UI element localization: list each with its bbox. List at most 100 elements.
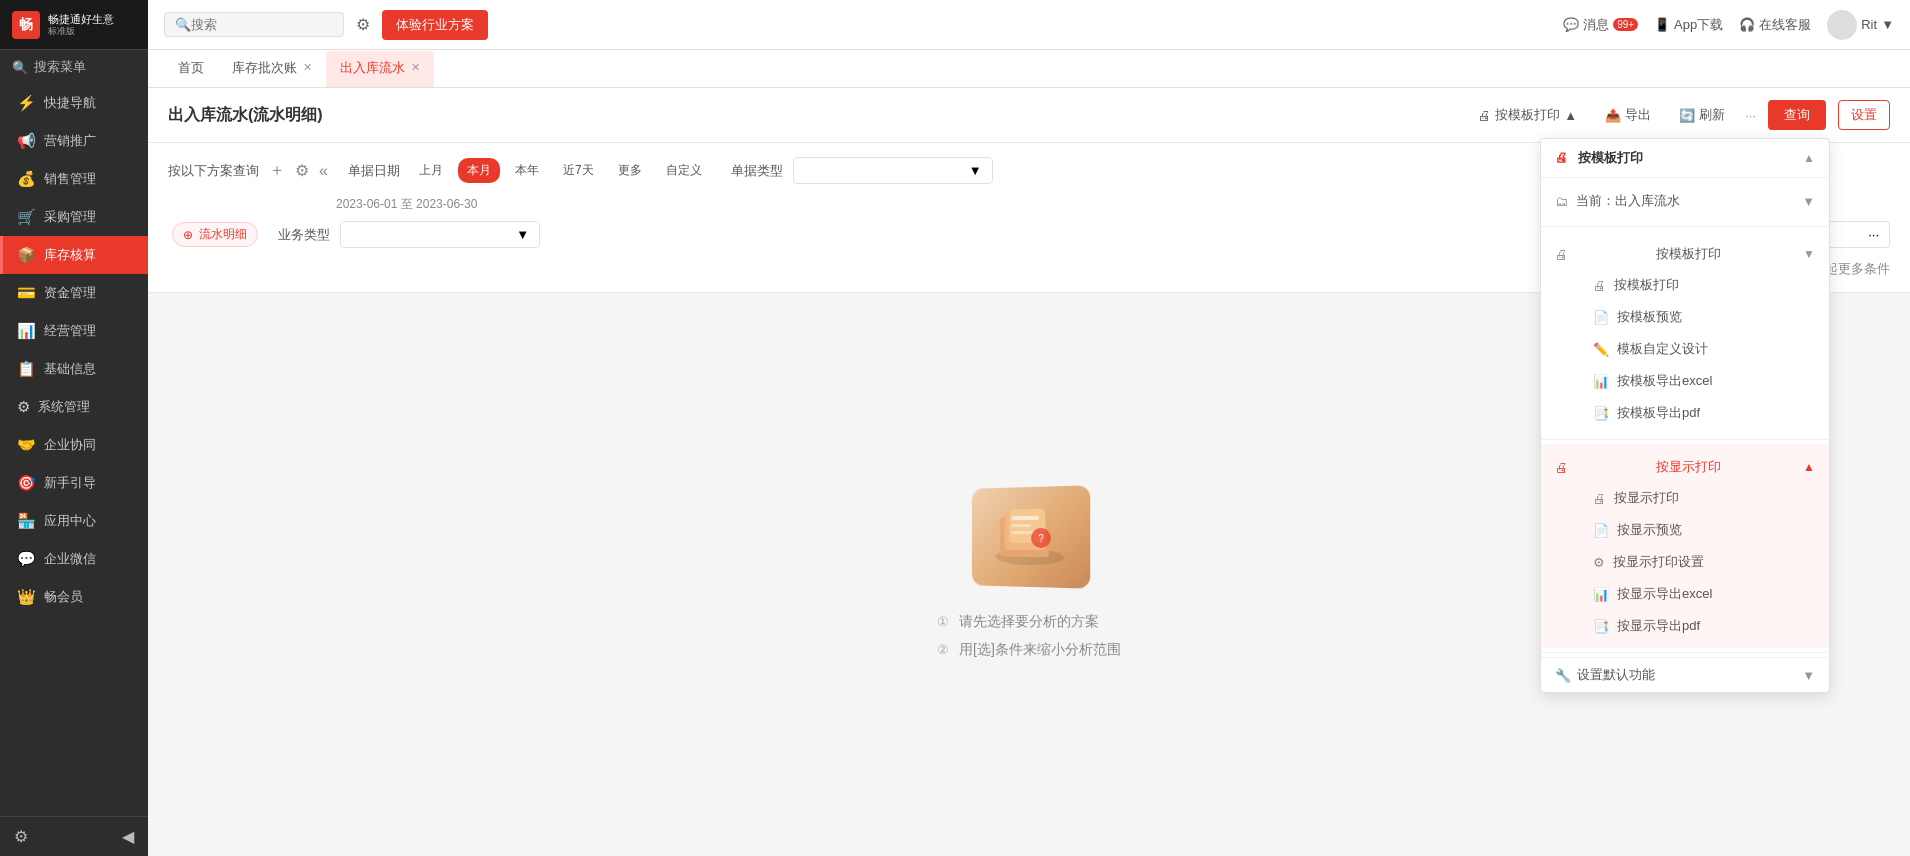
divider-1: [1541, 226, 1829, 227]
sidebar-item-purchase[interactable]: 🛒 采购管理: [0, 198, 148, 236]
sidebar-search[interactable]: 🔍 搜索菜单: [0, 50, 148, 84]
sidebar-item-inventory[interactable]: 📦 库存核算: [0, 236, 148, 274]
sidebar-item-marketing[interactable]: 📢 营销推广: [0, 122, 148, 160]
tp-preview-icon: 📄: [1593, 310, 1609, 325]
template-print-item[interactable]: 🖨 按模板打印: [1541, 269, 1829, 301]
logo-icon: 畅: [12, 11, 40, 39]
date-this-year[interactable]: 本年: [506, 158, 548, 183]
sidebar-item-finance[interactable]: 💳 资金管理: [0, 274, 148, 312]
query-button[interactable]: 查询: [1768, 100, 1826, 130]
refresh-button[interactable]: 🔄 刷新: [1671, 102, 1733, 128]
collab-icon: 🤝: [17, 436, 36, 454]
add-filter-button[interactable]: ＋: [269, 160, 285, 181]
export-button[interactable]: 📤 导出: [1597, 102, 1659, 128]
voucher-type-select[interactable]: ▼: [793, 157, 993, 184]
date-custom[interactable]: 自定义: [657, 158, 711, 183]
header-search-input[interactable]: [191, 17, 321, 32]
sidebar-item-sales[interactable]: 💰 销售管理: [0, 160, 148, 198]
online-service-button[interactable]: 🎧 在线客服: [1739, 16, 1811, 34]
warehouse-more-icon: ···: [1868, 227, 1879, 242]
template-print-section: 🖨 按模板打印 ▼ 🖨 按模板打印 📄 按模板预览: [1541, 231, 1829, 435]
display-pdf-item[interactable]: 📑 按显示导出pdf: [1541, 610, 1829, 642]
date-7days[interactable]: 近7天: [554, 158, 603, 183]
sidebar-item-vip[interactable]: 👑 畅会员: [0, 578, 148, 616]
app-icon: 📱: [1654, 17, 1670, 32]
tab-home[interactable]: 首页: [164, 51, 218, 87]
current-arrow-icon: ▼: [1802, 194, 1815, 209]
sidebar-item-guide[interactable]: 🎯 新手引导: [0, 464, 148, 502]
print-template-button[interactable]: 🖨 按模板打印 ▲: [1470, 102, 1585, 128]
settings-button[interactable]: 设置: [1838, 100, 1890, 130]
date-last-month[interactable]: 上月: [410, 158, 452, 183]
filter-tag-icon: ⊕: [183, 228, 193, 242]
sidebar-nav: ⚡ 快捷导航 📢 营销推广 💰 销售管理 🛒 采购管理 📦 库存核算 💳 资金管…: [0, 84, 148, 816]
sidebar-logo: 畅 畅捷通好生意 标准版: [0, 0, 148, 50]
header-gear-icon[interactable]: ⚙: [356, 15, 370, 34]
template-custom-item[interactable]: ✏️ 模板自定义设计: [1541, 333, 1829, 365]
filter-settings-icon[interactable]: ⚙: [295, 161, 309, 180]
date-filter-field: 单据日期 上月 本月 本年 近7天 更多 自定义: [348, 158, 711, 183]
template-excel-item[interactable]: 📊 按模板导出excel: [1541, 365, 1829, 397]
collapse-sidebar-icon[interactable]: ◀: [122, 827, 134, 846]
display-print-header[interactable]: 🖨 按显示打印 ▲: [1541, 450, 1829, 482]
business-type-select[interactable]: ▼: [340, 221, 540, 248]
appstore-icon: 🏪: [17, 512, 36, 530]
display-print-item[interactable]: 🖨 按显示打印: [1541, 482, 1829, 514]
sidebar-item-system[interactable]: ⚙ 系统管理: [0, 388, 148, 426]
date-more[interactable]: 更多: [609, 158, 651, 183]
sidebar-item-collab[interactable]: 🤝 企业协同: [0, 426, 148, 464]
business-type-field: 业务类型 ▼: [278, 221, 540, 248]
sidebar-item-quick-nav[interactable]: ⚡ 快捷导航: [0, 84, 148, 122]
page-actions: 🖨 按模板打印 ▲ 📤 导出 🔄 刷新 ··· 查询 设置: [1470, 100, 1890, 130]
filter-collapse-icon[interactable]: «: [319, 162, 328, 180]
service-icon: 🎧: [1739, 17, 1755, 32]
divider-3: [1541, 652, 1829, 653]
svg-text:?: ?: [1038, 532, 1044, 543]
user-avatar[interactable]: Rit ▼: [1827, 10, 1894, 40]
display-print-section: 🖨 按显示打印 ▲ 🖨 按显示打印 📄 按显示预览: [1541, 444, 1829, 648]
date-this-month[interactable]: 本月: [458, 158, 500, 183]
empty-hints: ① 请先选择要分析的方案 ② 用[选]条件来缩小分析范围: [937, 607, 1121, 663]
sidebar-item-operation[interactable]: 📊 经营管理: [0, 312, 148, 350]
main-content: 🔍 ⚙ 体验行业方案 💬 消息 99+ 📱 App下载 🎧 在线客服 R: [148, 0, 1910, 856]
display-preview-item[interactable]: 📄 按显示预览: [1541, 514, 1829, 546]
display-excel-item[interactable]: 📊 按显示导出excel: [1541, 578, 1829, 610]
flow-detail-filter-tag[interactable]: ⊕ 流水明细: [172, 222, 258, 247]
actions-more-icon[interactable]: ···: [1745, 108, 1756, 123]
lightning-icon: ⚡: [17, 94, 36, 112]
template-pdf-item[interactable]: 📑 按模板导出pdf: [1541, 397, 1829, 429]
dp-settings-icon: ⚙: [1593, 555, 1605, 570]
tab-batch-close[interactable]: ✕: [303, 61, 312, 74]
app-download-button[interactable]: 📱 App下载: [1654, 16, 1723, 34]
industry-solution-button[interactable]: 体验行业方案: [382, 10, 488, 40]
message-button[interactable]: 💬 消息 99+: [1563, 16, 1638, 34]
logo-text: 畅捷通好生意 标准版: [48, 12, 114, 38]
tab-flow-close[interactable]: ✕: [411, 61, 420, 74]
print-dropdown-panel: 🖨 按模板打印 ▲ 🗂 当前：出入库流水 ▼: [1540, 138, 1830, 693]
avatar-image: [1827, 10, 1857, 40]
dp-preview-icon: 📄: [1593, 523, 1609, 538]
sidebar-item-wechat[interactable]: 💬 企业微信: [0, 540, 148, 578]
sidebar-item-basic[interactable]: 📋 基础信息: [0, 350, 148, 388]
top-header: 🔍 ⚙ 体验行业方案 💬 消息 99+ 📱 App下载 🎧 在线客服 R: [148, 0, 1910, 50]
tab-flow[interactable]: 出入库流水 ✕: [326, 51, 434, 87]
dropdown-collapse-icon[interactable]: ▲: [1803, 151, 1815, 165]
tp-excel-icon: 📊: [1593, 374, 1609, 389]
settings-bottom-icon[interactable]: ⚙: [14, 827, 28, 846]
print-header-icon: 🖨: [1555, 150, 1568, 165]
template-preview-item[interactable]: 📄 按模板预览: [1541, 301, 1829, 333]
header-search-box[interactable]: 🔍: [164, 12, 344, 37]
empty-hint-1: ① 请先选择要分析的方案: [937, 607, 1121, 635]
dropdown-footer[interactable]: 🔧 设置默认功能 ▼: [1541, 657, 1829, 692]
template-print-header[interactable]: 🖨 按模板打印 ▼: [1541, 237, 1829, 269]
current-template-item[interactable]: 🗂 当前：出入库流水 ▼: [1541, 184, 1829, 216]
tab-batch[interactable]: 库存批次账 ✕: [218, 51, 326, 87]
select-down-icon: ▼: [969, 163, 982, 178]
sidebar-item-appstore[interactable]: 🏪 应用中心: [0, 502, 148, 540]
tab-bar: 首页 库存批次账 ✕ 出入库流水 ✕: [148, 50, 1910, 88]
date-options: 上月 本月 本年 近7天 更多 自定义: [410, 158, 711, 183]
refresh-icon: 🔄: [1679, 108, 1695, 123]
empty-svg: ?: [990, 501, 1069, 573]
basic-icon: 📋: [17, 360, 36, 378]
display-print-settings-item[interactable]: ⚙ 按显示打印设置: [1541, 546, 1829, 578]
